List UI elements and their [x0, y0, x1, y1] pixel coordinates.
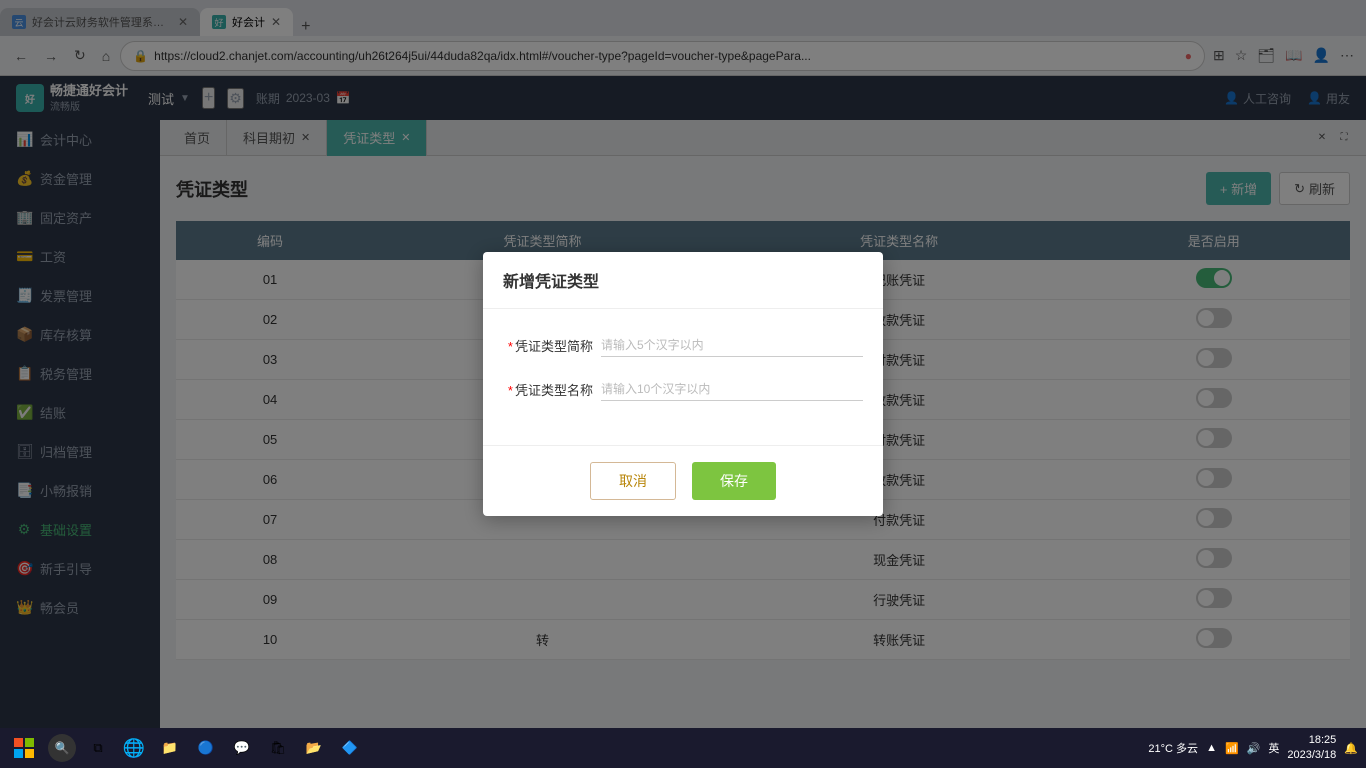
modal-header: 新增凭证类型 [483, 252, 883, 309]
taskbar-time: 18:25 [1287, 733, 1336, 748]
save-button[interactable]: 保存 [692, 462, 776, 500]
abbr-form-row: 凭证类型简称 [503, 333, 863, 357]
taskbar-network-icon: 📶 [1225, 742, 1239, 755]
abbr-label: 凭证类型简称 [503, 336, 593, 355]
taskbar-task-view[interactable]: ⧉ [84, 734, 112, 762]
name-form-row: 凭证类型名称 [503, 377, 863, 401]
taskbar-date: 2023/3/18 [1287, 748, 1336, 763]
taskbar-files[interactable]: 📂 [300, 734, 328, 762]
taskbar-volume-icon: 🔊 [1247, 742, 1261, 755]
taskbar-edge2[interactable]: 🔷 [336, 734, 364, 762]
taskbar-explorer[interactable]: 📁 [156, 734, 184, 762]
taskbar-right: 21°C 多云 ▲ 📶 🔊 英 18:25 2023/3/18 🔔 [1148, 733, 1358, 764]
modal-title: 新增凭证类型 [503, 268, 599, 292]
start-button[interactable] [8, 732, 40, 764]
cancel-button[interactable]: 取消 [590, 462, 676, 500]
taskbar-store[interactable]: 🛍 [264, 734, 292, 762]
taskbar-search-btn[interactable]: 🔍 [48, 734, 76, 762]
taskbar-time-date: 18:25 2023/3/18 [1287, 733, 1336, 764]
add-voucher-type-modal: 新增凭证类型 凭证类型简称 凭证类型名称 取消 保存 [483, 252, 883, 516]
taskbar-up-arrow: ▲ [1206, 742, 1217, 754]
taskbar-wechat[interactable]: 💬 [228, 734, 256, 762]
modal-body: 凭证类型简称 凭证类型名称 [483, 309, 883, 445]
taskbar: 🔍 ⧉ 🌐 📁 🔵 💬 🛍 📂 🔷 21°C 多云 ▲ 📶 🔊 英 18:25 … [0, 728, 1366, 768]
name-label: 凭证类型名称 [503, 380, 593, 399]
name-input[interactable] [601, 377, 863, 401]
modal-overlay[interactable]: 新增凭证类型 凭证类型简称 凭证类型名称 取消 保存 [0, 0, 1366, 768]
taskbar-chrome[interactable]: 🔵 [192, 734, 220, 762]
modal-footer: 取消 保存 [483, 445, 883, 516]
taskbar-language: 英 [1268, 740, 1279, 756]
taskbar-edge[interactable]: 🌐 [120, 734, 148, 762]
abbr-input[interactable] [601, 333, 863, 357]
taskbar-notification-btn[interactable]: 🔔 [1344, 742, 1358, 755]
taskbar-weather: 21°C 多云 [1148, 740, 1198, 756]
